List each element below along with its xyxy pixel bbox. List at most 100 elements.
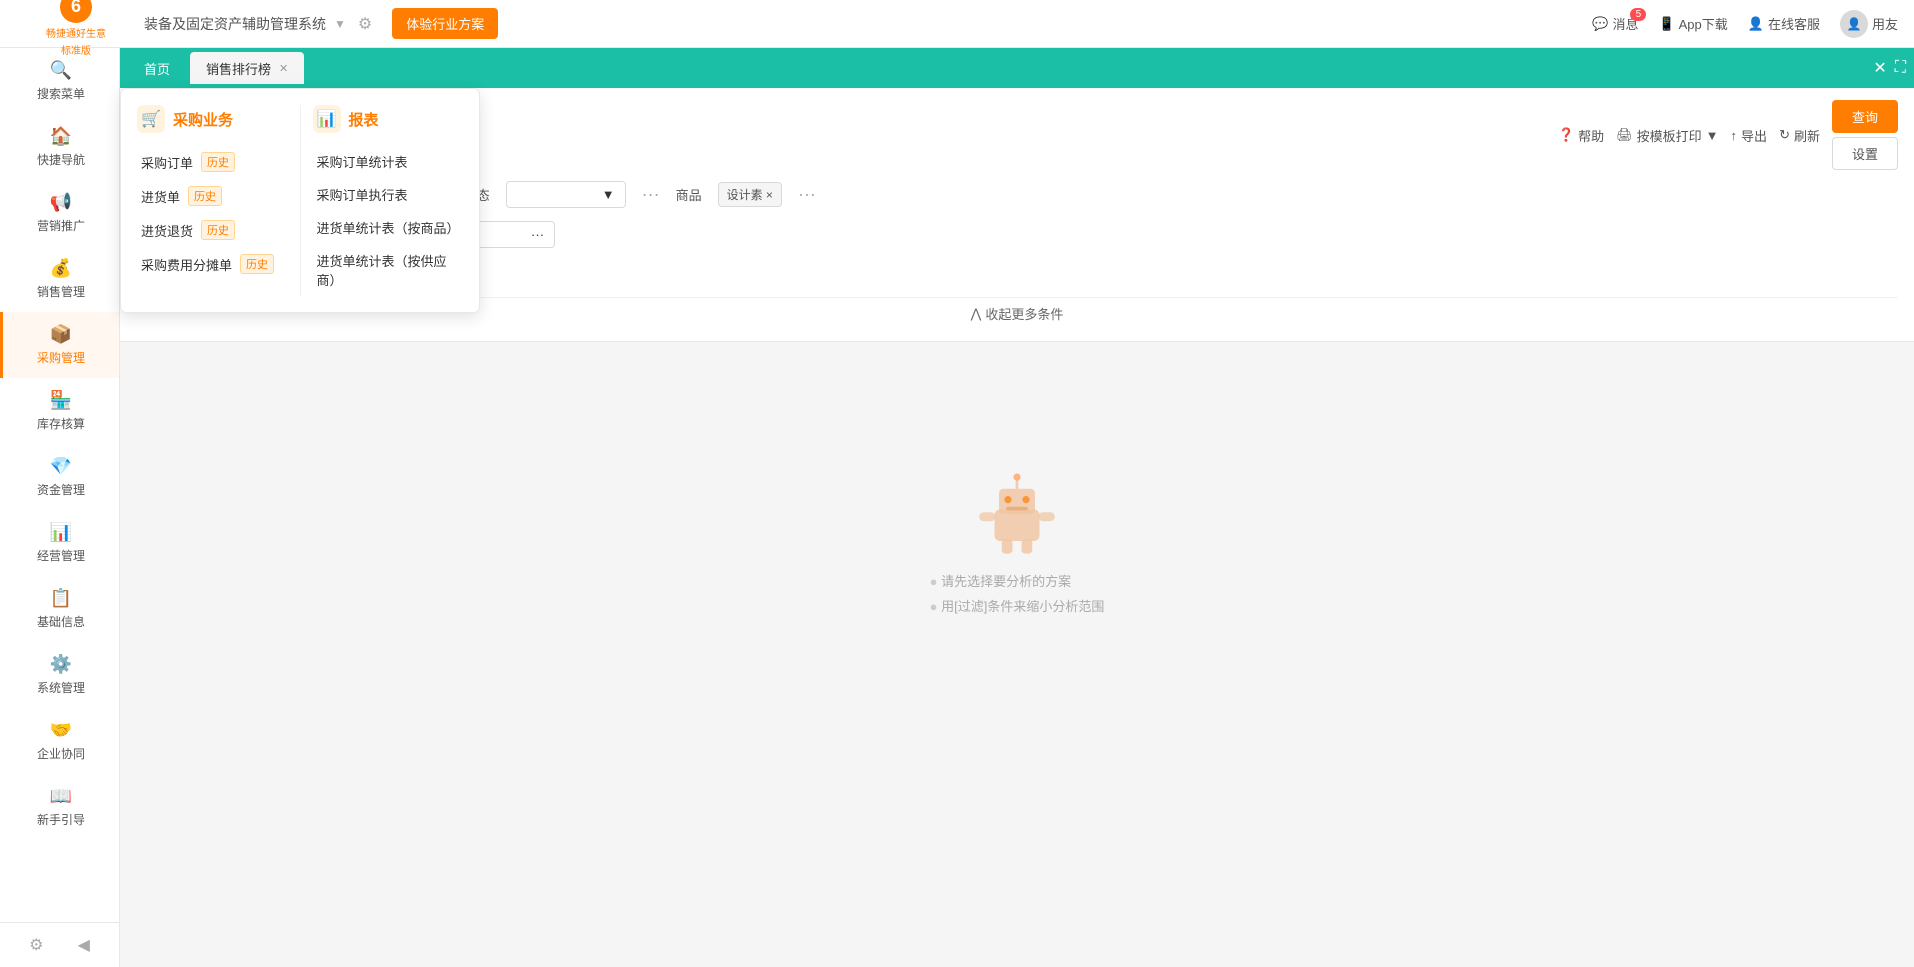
print-icon: 🖨	[1616, 127, 1633, 143]
tab-home[interactable]: 首页	[128, 52, 186, 84]
message-icon: 💬	[1592, 16, 1608, 32]
help-item[interactable]: ❓ 帮助	[1558, 126, 1604, 145]
empty-tip-2: 用[过滤]条件来缩小分析范围	[930, 596, 1105, 615]
industry-btn[interactable]: 体验行业方案	[392, 8, 498, 39]
sidebar-item-cooperation[interactable]: 🤝 企业协同	[0, 708, 119, 774]
tab-close-all-icon[interactable]: ✕	[1873, 58, 1886, 78]
menu-item-incoming-stats-supplier[interactable]: 进货单统计表（按供应商）	[313, 244, 464, 296]
menu-item-incoming-stats-goods[interactable]: 进货单统计表（按商品）	[313, 211, 464, 244]
system-icon: ⚙️	[50, 654, 72, 675]
order-exec-label: 采购订单执行表	[317, 185, 408, 204]
menu-item-purchase-order[interactable]: 采购订单 历史	[137, 145, 288, 179]
sidebar-inventory-label: 库存核算	[37, 415, 85, 432]
settings-button[interactable]: 设置	[1832, 137, 1898, 170]
incoming-label: 进货单	[141, 187, 180, 206]
sidebar-item-purchase[interactable]: 📦 采购管理	[0, 312, 119, 378]
menu-item-order-stats[interactable]: 采购订单统计表	[313, 145, 464, 178]
tab-close-icon[interactable]: ✕	[279, 62, 288, 75]
export-label: 导出	[1741, 126, 1767, 145]
collapse-btn[interactable]: ⋀ 收起更多条件	[965, 298, 1070, 329]
refresh-label: 刷新	[1794, 126, 1820, 145]
online-service-label: 在线客服	[1768, 14, 1820, 33]
app-download-item[interactable]: 📱 App下载	[1658, 14, 1727, 33]
print-item[interactable]: 🖨 按模板打印 ▼	[1616, 126, 1718, 145]
sidebar-guide-label: 新手引导	[37, 811, 85, 828]
report-header: 📊 报表	[313, 105, 464, 133]
system-title-text: 装备及固定资产辅助管理系统	[144, 14, 326, 34]
help-label: 帮助	[1578, 126, 1604, 145]
purchase-order-label: 采购订单	[141, 153, 193, 172]
menu-item-incoming[interactable]: 进货单 历史	[137, 179, 288, 213]
goods-value: 设计素 ×	[727, 186, 773, 203]
system-settings-icon[interactable]: ⚙	[358, 14, 372, 34]
return-history-tag: 历史	[201, 220, 235, 240]
search-icon: 🔍	[50, 60, 72, 81]
sidebar-item-operations[interactable]: 📊 经营管理	[0, 510, 119, 576]
sidebar-basic-info-label: 基础信息	[37, 613, 85, 630]
sidebar-capital-label: 资金管理	[37, 481, 85, 498]
query-button[interactable]: 查询	[1832, 100, 1898, 133]
export-icon: ↑	[1731, 128, 1738, 143]
goods-tag: 设计素 ×	[718, 182, 782, 207]
purchase-business-icon: 🛒	[137, 105, 165, 133]
print-label: 按模板打印	[1637, 126, 1702, 145]
order-status-more[interactable]: ···	[642, 184, 660, 205]
system-dropdown-arrow[interactable]: ▼	[334, 17, 346, 31]
tab-expand-icon[interactable]: ⛶	[1895, 59, 1906, 77]
notification-item[interactable]: 💬 消息 5	[1592, 14, 1638, 33]
sidebar-item-search[interactable]: 🔍 搜索菜单	[0, 48, 119, 114]
online-service-item[interactable]: 👤 在线客服	[1748, 14, 1820, 33]
avatar: 👤	[1840, 10, 1868, 38]
sidebar-cooperation-label: 企业协同	[37, 745, 85, 762]
sidebar-item-system[interactable]: ⚙️ 系统管理	[0, 642, 119, 708]
system-title-area: 装备及固定资产辅助管理系统 ▼ ⚙ 体验行业方案	[144, 8, 1592, 39]
sidebar-operations-label: 经营管理	[37, 547, 85, 564]
refresh-item[interactable]: ↻ 刷新	[1779, 126, 1820, 145]
sidebar-item-sales[interactable]: 💰 销售管理	[0, 246, 119, 312]
sidebar-item-marketing[interactable]: 📢 营销推广	[0, 180, 119, 246]
menu-item-order-exec[interactable]: 采购订单执行表	[313, 178, 464, 211]
tab-sales-rank-label: 销售排行榜	[206, 59, 271, 78]
message-badge: 5	[1630, 8, 1646, 21]
top-header: 6 畅捷通好生意 标准版 装备及固定资产辅助管理系统 ▼ ⚙ 体验行业方案 💬 …	[0, 0, 1914, 48]
purchase-order-history-tag: 历史	[201, 152, 235, 172]
purchase-business-header: 🛒 采购业务	[137, 105, 288, 133]
sidebar-item-quick-nav[interactable]: 🏠 快捷导航	[0, 114, 119, 180]
incoming-stats-supplier-label: 进货单统计表（按供应商）	[317, 251, 460, 289]
dropdown-menu-inner: 🛒 采购业务 采购订单 历史 进货单 历史 进货退货 历史	[137, 105, 463, 296]
order-status-select[interactable]: ▼	[506, 181, 626, 208]
menu-item-expense[interactable]: 采购费用分摊单 历史	[137, 247, 288, 281]
sidebar-search-label: 搜索菜单	[37, 85, 85, 102]
sidebar-item-basic-info[interactable]: 📋 基础信息	[0, 576, 119, 642]
report-icon: 📊	[313, 105, 341, 133]
menu-item-return[interactable]: 进货退货 历史	[137, 213, 288, 247]
logo-subtitle: 标准版	[61, 42, 91, 57]
report-col: 📊 报表 采购订单统计表 采购订单执行表 进货单统计表（按商品） 进货单统计表（…	[313, 105, 464, 296]
tab-bar-right: ✕ ⛶	[1873, 58, 1906, 78]
tab-sales-rank[interactable]: 销售排行榜 ✕	[190, 52, 304, 84]
empty-tip-1: 请先选择要分析的方案	[930, 571, 1105, 590]
logo-icon: 6	[60, 0, 92, 23]
report-title: 报表	[349, 109, 379, 130]
goods-label: 商品	[676, 185, 702, 204]
sidebar-item-guide[interactable]: 📖 新手引导	[0, 774, 119, 840]
basic-info-icon: 📋	[50, 588, 72, 609]
sidebar-bottom: ⚙ ◀	[0, 922, 119, 967]
order-status-arrow: ▼	[602, 187, 615, 202]
collapse-sidebar-icon[interactable]: ◀	[78, 935, 90, 955]
incoming-history-tag: 历史	[188, 186, 222, 206]
export-item[interactable]: ↑ 导出	[1731, 126, 1768, 145]
service-icon: 👤	[1748, 16, 1764, 32]
settings-bottom-icon[interactable]: ⚙	[29, 935, 43, 955]
operations-icon: 📊	[50, 522, 72, 543]
sidebar-item-capital[interactable]: 💎 资金管理	[0, 444, 119, 510]
tab-bar: 首页 销售排行榜 ✕ ✕ ⛶	[120, 48, 1914, 88]
home-icon: 🏠	[50, 126, 72, 147]
incoming-stats-goods-label: 进货单统计表（按商品）	[317, 218, 460, 237]
goods-more[interactable]: ···	[798, 184, 816, 205]
sidebar-item-inventory[interactable]: 🏪 库存核算	[0, 378, 119, 444]
phone-icon: 📱	[1658, 16, 1674, 32]
sidebar-sales-label: 销售管理	[37, 283, 85, 300]
user-item[interactable]: 👤 用友	[1840, 10, 1898, 38]
expense-label: 采购费用分摊单	[141, 255, 232, 274]
